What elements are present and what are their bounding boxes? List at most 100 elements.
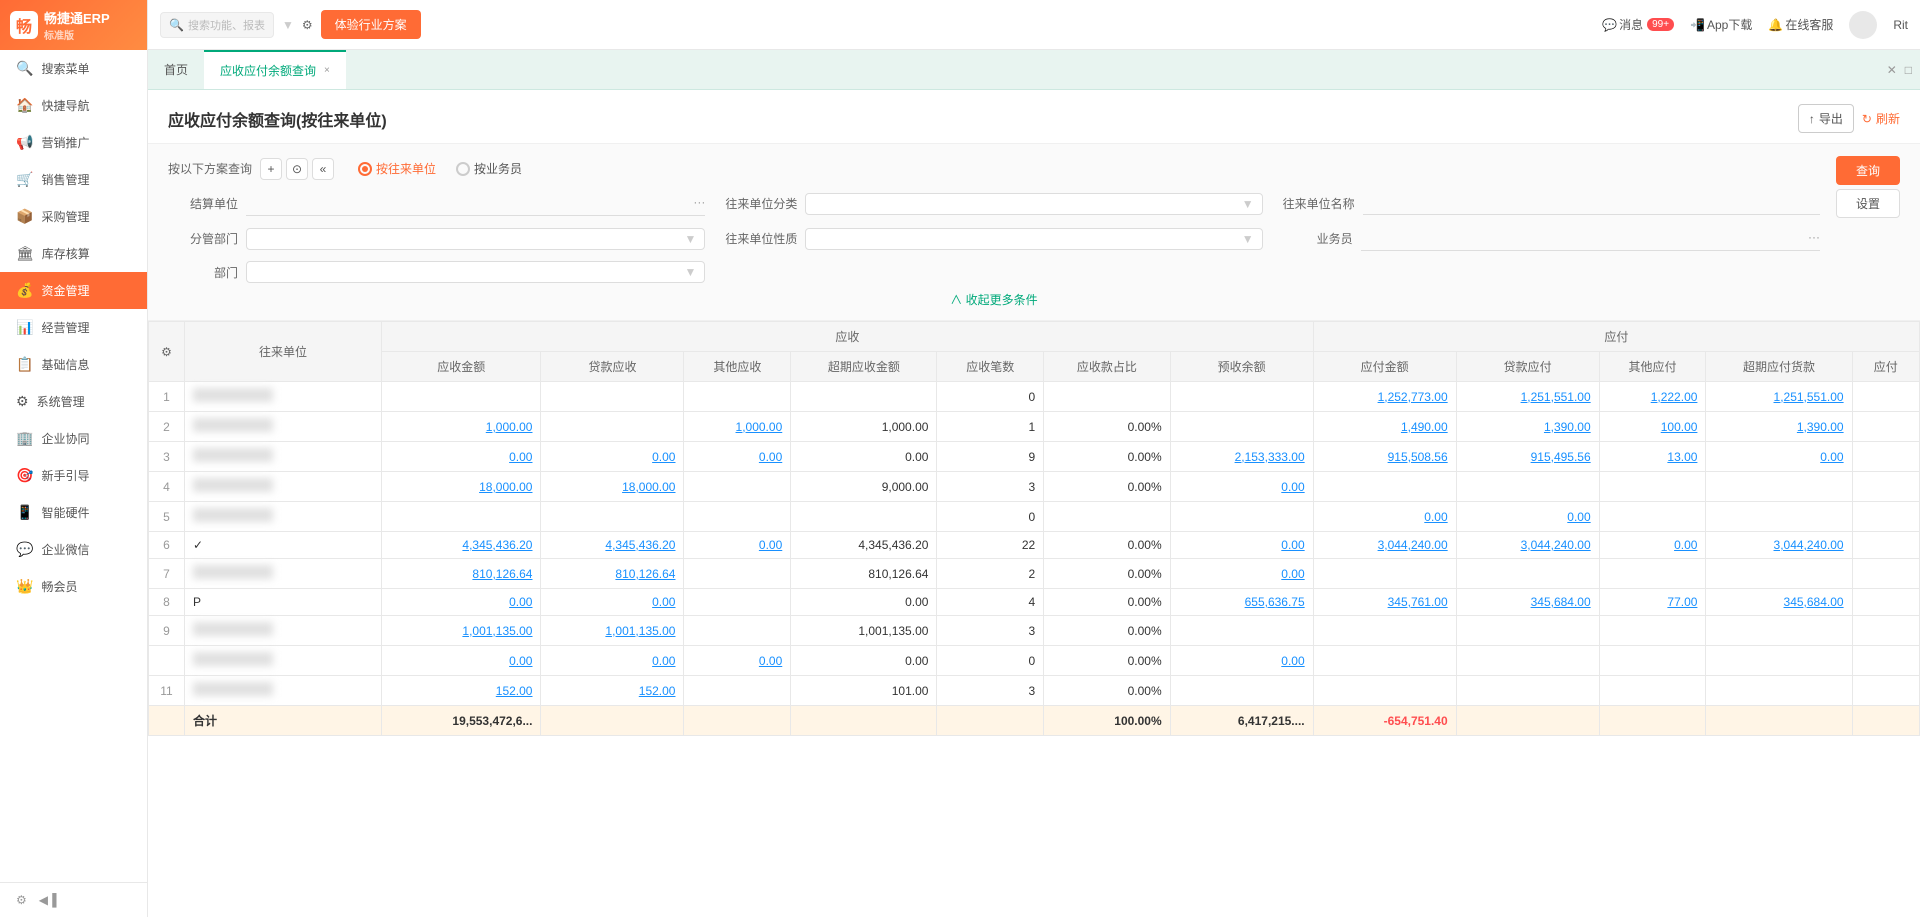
table-cell[interactable]: 0.00 xyxy=(382,646,541,676)
table-cell[interactable]: 345,761.00 xyxy=(1313,589,1456,616)
table-cell[interactable] xyxy=(1313,676,1456,706)
cell-link[interactable]: 0.00 xyxy=(1281,538,1304,552)
cell-link[interactable]: 1,001,135.00 xyxy=(605,624,675,638)
sidebar-item-sales[interactable]: 🛒 销售管理 xyxy=(0,161,147,198)
topbar-gear-icon[interactable]: ⚙ xyxy=(302,18,313,32)
cell-link[interactable]: 0.00 xyxy=(759,450,782,464)
cell-link[interactable]: 0.00 xyxy=(652,450,675,464)
cell-link[interactable]: 1,000.00 xyxy=(486,420,533,434)
cell-link[interactable]: 1,222.00 xyxy=(1651,390,1698,404)
table-cell[interactable]: 810,126.64 xyxy=(382,559,541,589)
tab-current[interactable]: 应收应付余额查询 × xyxy=(204,50,346,89)
table-cell[interactable] xyxy=(1313,559,1456,589)
table-cell[interactable]: 810,126.64 xyxy=(541,559,684,589)
collapse-more-button[interactable]: ∧ 收起更多条件 xyxy=(168,291,1820,308)
cell-link[interactable]: 0.00 xyxy=(759,654,782,668)
cell-link[interactable]: 0.00 xyxy=(1674,538,1697,552)
cell-link[interactable]: 0.00 xyxy=(1281,567,1304,581)
cell-link[interactable]: 0.00 xyxy=(1820,450,1843,464)
cell-link[interactable]: 13.00 xyxy=(1667,450,1697,464)
table-cell[interactable] xyxy=(1599,559,1706,589)
table-cell[interactable] xyxy=(541,412,684,442)
table-cell[interactable]: 1,251,551.00 xyxy=(1456,382,1599,412)
table-cell[interactable] xyxy=(1313,472,1456,502)
cell-link[interactable]: 0.00 xyxy=(1281,480,1304,494)
sidebar-item-purchase[interactable]: 📦 采购管理 xyxy=(0,198,147,235)
table-cell[interactable] xyxy=(1170,382,1313,412)
table-cell[interactable]: 0.00 xyxy=(1170,559,1313,589)
table-cell[interactable]: 18,000.00 xyxy=(541,472,684,502)
query-button[interactable]: 查询 xyxy=(1836,156,1900,185)
table-cell[interactable] xyxy=(1313,646,1456,676)
table-cell[interactable] xyxy=(1170,676,1313,706)
cell-link[interactable]: 655,636.75 xyxy=(1245,595,1305,609)
table-cell[interactable]: 1,001,135.00 xyxy=(541,616,684,646)
cell-link[interactable]: 0.00 xyxy=(759,538,782,552)
tab-window-close-icon[interactable]: ✕ xyxy=(1887,63,1897,77)
table-cell[interactable]: 152.00 xyxy=(382,676,541,706)
table-cell[interactable]: 1,251,551.00 xyxy=(1706,382,1852,412)
table-cell[interactable]: 0.00 xyxy=(541,646,684,676)
export-button[interactable]: ↑ 导出 xyxy=(1798,104,1854,133)
cell-link[interactable]: 152.00 xyxy=(496,684,533,698)
table-cell[interactable]: 0.00 xyxy=(382,589,541,616)
table-cell[interactable] xyxy=(684,382,791,412)
sidebar-item-fund[interactable]: 💰 资金管理 xyxy=(0,272,147,309)
sidebar-collapse-icon[interactable]: ◀▐ xyxy=(39,893,57,907)
table-cell[interactable] xyxy=(1599,646,1706,676)
table-cell[interactable]: 152.00 xyxy=(541,676,684,706)
cell-link[interactable]: 0.00 xyxy=(509,450,532,464)
table-cell[interactable] xyxy=(1456,646,1599,676)
cell-link[interactable]: 4,345,436.20 xyxy=(605,538,675,552)
table-cell[interactable]: 77.00 xyxy=(1599,589,1706,616)
table-cell[interactable] xyxy=(1599,616,1706,646)
tab-home[interactable]: 首页 xyxy=(148,51,204,88)
app-download-action[interactable]: 📲 App下载 xyxy=(1690,16,1752,33)
table-cell[interactable]: 0.00 xyxy=(1313,502,1456,532)
settings-button[interactable]: 设置 xyxy=(1836,189,1900,218)
table-cell[interactable] xyxy=(1456,616,1599,646)
table-settings-icon[interactable]: ⚙ xyxy=(161,345,172,359)
filter-settings-button[interactable]: ⊙ xyxy=(286,158,308,180)
table-cell[interactable]: 2,153,333.00 xyxy=(1170,442,1313,472)
refresh-button[interactable]: ↻ 刷新 xyxy=(1862,104,1900,133)
filter-collapse-button[interactable]: « xyxy=(312,158,334,180)
table-cell[interactable]: 1,490.00 xyxy=(1313,412,1456,442)
table-cell[interactable]: 655,636.75 xyxy=(1170,589,1313,616)
cell-link[interactable]: 0.00 xyxy=(1424,510,1447,524)
table-cell[interactable] xyxy=(1706,472,1852,502)
cell-link[interactable]: 345,684.00 xyxy=(1784,595,1844,609)
cell-link[interactable]: 1,001,135.00 xyxy=(462,624,532,638)
table-cell[interactable]: 0.00 xyxy=(1599,532,1706,559)
table-cell[interactable]: 4,345,436.20 xyxy=(382,532,541,559)
cell-link[interactable]: 345,684.00 xyxy=(1531,595,1591,609)
cell-link[interactable]: 4,345,436.20 xyxy=(462,538,532,552)
table-cell[interactable]: 13.00 xyxy=(1599,442,1706,472)
table-cell[interactable] xyxy=(1599,472,1706,502)
table-cell[interactable]: 1,390.00 xyxy=(1456,412,1599,442)
cell-link[interactable]: 3,044,240.00 xyxy=(1774,538,1844,552)
cell-link[interactable]: 0.00 xyxy=(1281,654,1304,668)
table-cell[interactable]: 1,000.00 xyxy=(684,412,791,442)
cell-link[interactable]: 1,490.00 xyxy=(1401,420,1448,434)
cell-link[interactable]: 1,251,551.00 xyxy=(1774,390,1844,404)
view-by-staff[interactable]: 按业务员 xyxy=(448,156,530,181)
table-cell[interactable] xyxy=(684,559,791,589)
cell-link[interactable]: 77.00 xyxy=(1667,595,1697,609)
table-cell[interactable] xyxy=(1456,559,1599,589)
table-cell[interactable]: 0.00 xyxy=(1456,502,1599,532)
cell-link[interactable]: 0.00 xyxy=(509,595,532,609)
table-cell[interactable] xyxy=(684,472,791,502)
table-cell[interactable]: 0.00 xyxy=(382,442,541,472)
cell-link[interactable]: 152.00 xyxy=(639,684,676,698)
table-cell[interactable]: 0.00 xyxy=(684,646,791,676)
sidebar-item-wechat[interactable]: 💬 企业微信 xyxy=(0,531,147,568)
topbar-search-box[interactable]: 🔍 搜索功能、报表 xyxy=(160,12,274,38)
table-cell[interactable]: 0.00 xyxy=(684,532,791,559)
table-cell[interactable]: 915,508.56 xyxy=(1313,442,1456,472)
table-cell[interactable]: 0.00 xyxy=(684,442,791,472)
table-cell[interactable]: 345,684.00 xyxy=(1456,589,1599,616)
message-action[interactable]: 💬 消息 99+ xyxy=(1602,16,1674,33)
salesperson-ellipsis[interactable]: ··· xyxy=(1808,230,1820,244)
sidebar-item-hardware[interactable]: 📱 智能硬件 xyxy=(0,494,147,531)
